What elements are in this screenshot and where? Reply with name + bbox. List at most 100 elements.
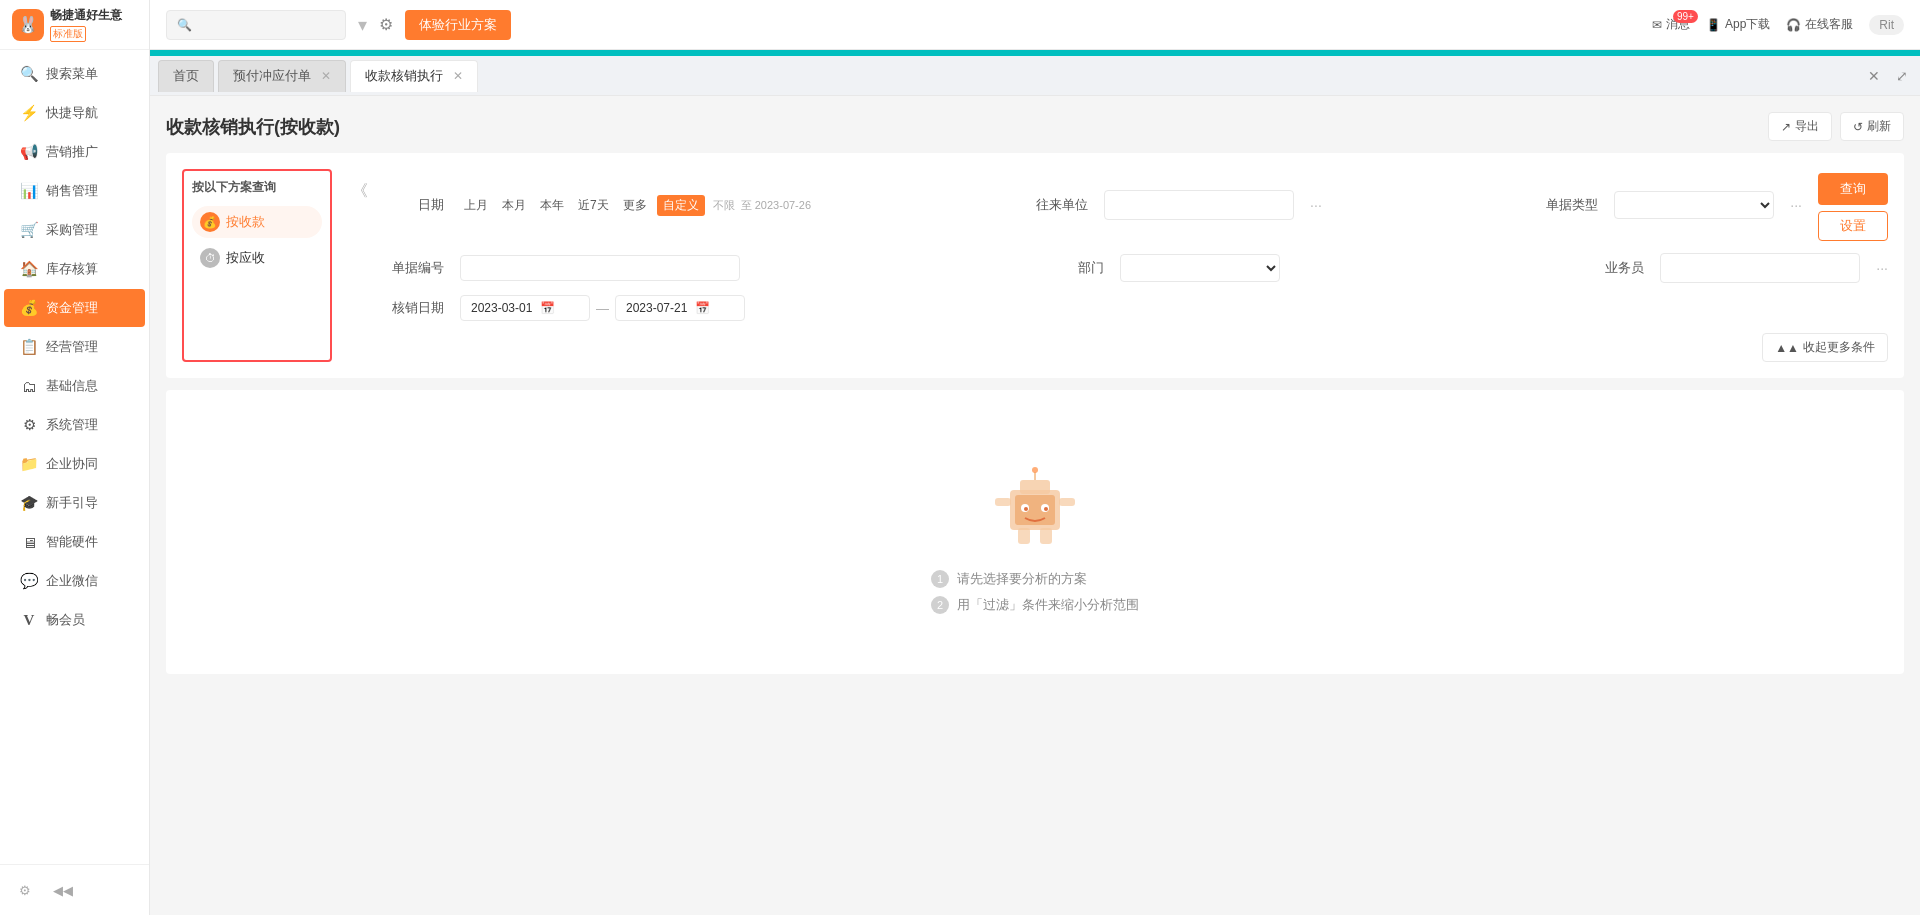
dept-select[interactable] [1120, 254, 1280, 282]
filter-option-by-receivable[interactable]: ⏱ 按应收 [192, 242, 322, 274]
filter-option-by-receipt[interactable]: 💰 按收款 [192, 206, 322, 238]
chevron-down-icon[interactable]: ▾ [358, 14, 367, 36]
counterpart-input[interactable] [1104, 190, 1295, 220]
verification-start-date[interactable]: 2023-03-01 📅 [460, 295, 590, 321]
main-area: 🔍 ▾ ⚙ 体验行业方案 ✉ 消息 99+ 📱 App下载 🎧 在线客服 Rit [150, 0, 1920, 915]
verification-end-date[interactable]: 2023-07-21 📅 [615, 295, 745, 321]
date-more[interactable]: 更多 [619, 195, 651, 216]
tab-prepay-close[interactable]: ✕ [321, 69, 331, 83]
sidebar-item-inventory[interactable]: 🏠 库存核算 [4, 250, 145, 288]
message-badge: 99+ [1673, 10, 1698, 23]
empty-svg [985, 450, 1085, 550]
hardware-icon: 🖥 [20, 534, 38, 551]
search-menu-icon: 🔍 [20, 65, 38, 83]
sidebar-item-vip[interactable]: V 畅会员 [4, 601, 145, 639]
industry-btn[interactable]: 体验行业方案 [405, 10, 511, 40]
app-download-btn[interactable]: 📱 App下载 [1706, 16, 1770, 33]
logo-icon: 🐰 [12, 9, 44, 41]
counterpart-dots[interactable]: ··· [1310, 197, 1322, 213]
tab-home[interactable]: 首页 [158, 60, 214, 92]
close-all-tabs-btn[interactable]: ✕ [1864, 64, 1884, 88]
sales-icon: 📊 [20, 182, 38, 200]
counterpart-label: 往来单位 [1032, 196, 1088, 214]
sidebar-item-marketing[interactable]: 📢 营销推广 [4, 133, 145, 171]
tip-1-num: 1 [931, 570, 949, 588]
sidebar-item-purchase[interactable]: 🛒 采购管理 [4, 211, 145, 249]
message-icon: ✉ [1652, 18, 1662, 32]
quick-nav-icon: ⚡ [20, 104, 38, 122]
empty-state: 1 请先选择要分析的方案 2 用「过滤」条件来缩小分析范围 [166, 390, 1904, 674]
sidebar-item-search-menu[interactable]: 🔍 搜索菜单 [4, 55, 145, 93]
collapse-more-btn[interactable]: ▲▲ 收起更多条件 [1762, 333, 1888, 362]
sidebar-item-label-guide: 新手引导 [46, 494, 98, 512]
sidebar: 🐰 畅捷通好生意 标准版 🔍 搜索菜单 ⚡ 快捷导航 📢 营销推广 📊 销售管理… [0, 0, 150, 915]
expand-tab-btn[interactable]: ⤢ [1892, 64, 1912, 88]
query-button[interactable]: 查询 [1818, 173, 1888, 205]
collapse-sidebar-btn[interactable]: ◀◀ [48, 875, 78, 905]
collapse-filter-btn[interactable]: 《 [348, 177, 372, 206]
enterprise-icon: 📁 [20, 455, 38, 473]
online-service-btn[interactable]: 🎧 在线客服 [1786, 16, 1853, 33]
guide-icon: 🎓 [20, 494, 38, 512]
empty-tip-2: 2 用「过滤」条件来缩小分析范围 [931, 596, 1139, 614]
date-no-limit: 不限 [713, 198, 735, 213]
verification-end-value: 2023-07-21 [626, 301, 687, 315]
empty-illustration [985, 450, 1085, 550]
collapse-more-label: 收起更多条件 [1803, 339, 1875, 356]
user-avatar[interactable]: Rit [1869, 15, 1904, 35]
sidebar-item-basic-info[interactable]: 🗂 基础信息 [4, 367, 145, 405]
sidebar-item-system[interactable]: ⚙ 系统管理 [4, 406, 145, 444]
sidebar-item-quick-nav[interactable]: ⚡ 快捷导航 [4, 94, 145, 132]
by-receipt-label: 按收款 [226, 213, 265, 231]
sidebar-item-finance[interactable]: 💰 资金管理 [4, 289, 145, 327]
sidebar-item-label-search-menu: 搜索菜单 [46, 65, 98, 83]
filter-actions: ▲▲ 收起更多条件 [388, 333, 1888, 362]
sidebar-item-hardware[interactable]: 🖥 智能硬件 [4, 523, 145, 561]
service-label: 在线客服 [1805, 16, 1853, 33]
tab-receipt-offset[interactable]: 收款核销执行 ✕ [350, 60, 478, 92]
date-this-month[interactable]: 本月 [498, 195, 530, 216]
staff-dots[interactable]: ··· [1876, 260, 1888, 276]
date-last-7days[interactable]: 近7天 [574, 195, 613, 216]
empty-tips: 1 请先选择要分析的方案 2 用「过滤」条件来缩小分析范围 [931, 570, 1139, 614]
settings-bottom-btn[interactable]: ⚙ [10, 875, 40, 905]
refresh-label: 刷新 [1867, 118, 1891, 135]
doc-type-dots[interactable]: ··· [1790, 197, 1802, 213]
svg-point-8 [1032, 467, 1038, 473]
tip-2-text: 用「过滤」条件来缩小分析范围 [957, 596, 1139, 614]
calendar-end-icon: 📅 [695, 301, 710, 315]
topbar-search[interactable]: 🔍 [166, 10, 346, 40]
doc-no-input[interactable] [460, 255, 740, 281]
filter-row-3: 核销日期 2023-03-01 📅 — 2023-07-21 📅 [388, 295, 1888, 321]
doc-no-label: 单据编号 [388, 259, 444, 277]
date-last-month[interactable]: 上月 [460, 195, 492, 216]
query-btn-area: 查询 设置 [1818, 169, 1888, 241]
settings-button[interactable]: 设置 [1818, 211, 1888, 241]
logo-title: 畅捷通好生意 [50, 7, 122, 24]
date-this-year[interactable]: 本年 [536, 195, 568, 216]
sidebar-item-label-finance: 资金管理 [46, 299, 98, 317]
svg-point-5 [1044, 507, 1048, 511]
basic-info-icon: 🗂 [20, 378, 38, 395]
tab-prepay[interactable]: 预付冲应付单 ✕ [218, 60, 346, 92]
topbar: 🔍 ▾ ⚙ 体验行业方案 ✉ 消息 99+ 📱 App下载 🎧 在线客服 Rit [150, 0, 1920, 50]
sidebar-item-enterprise[interactable]: 📁 企业协同 [4, 445, 145, 483]
tab-receipt-offset-close[interactable]: ✕ [453, 69, 463, 83]
sidebar-item-operation[interactable]: 📋 经营管理 [4, 328, 145, 366]
export-button[interactable]: ↗ 导出 [1768, 112, 1832, 141]
by-receivable-label: 按应收 [226, 249, 265, 267]
by-receipt-icon: 💰 [200, 212, 220, 232]
date-custom[interactable]: 自定义 [657, 195, 705, 216]
date-label: 日期 [388, 196, 444, 214]
sidebar-item-guide[interactable]: 🎓 新手引导 [4, 484, 145, 522]
message-btn[interactable]: ✉ 消息 99+ [1652, 16, 1690, 33]
sidebar-item-sales[interactable]: 📊 销售管理 [4, 172, 145, 210]
tab-receipt-offset-label: 收款核销执行 [365, 67, 443, 85]
gear-icon[interactable]: ⚙ [379, 15, 393, 34]
staff-input[interactable] [1660, 253, 1860, 283]
sidebar-item-wechat[interactable]: 💬 企业微信 [4, 562, 145, 600]
filter-scheme-panel: 按以下方案查询 💰 按收款 ⏱ 按应收 [182, 169, 332, 362]
sidebar-item-label-wechat: 企业微信 [46, 572, 98, 590]
refresh-button[interactable]: ↺ 刷新 [1840, 112, 1904, 141]
doc-type-select[interactable] [1614, 191, 1774, 219]
